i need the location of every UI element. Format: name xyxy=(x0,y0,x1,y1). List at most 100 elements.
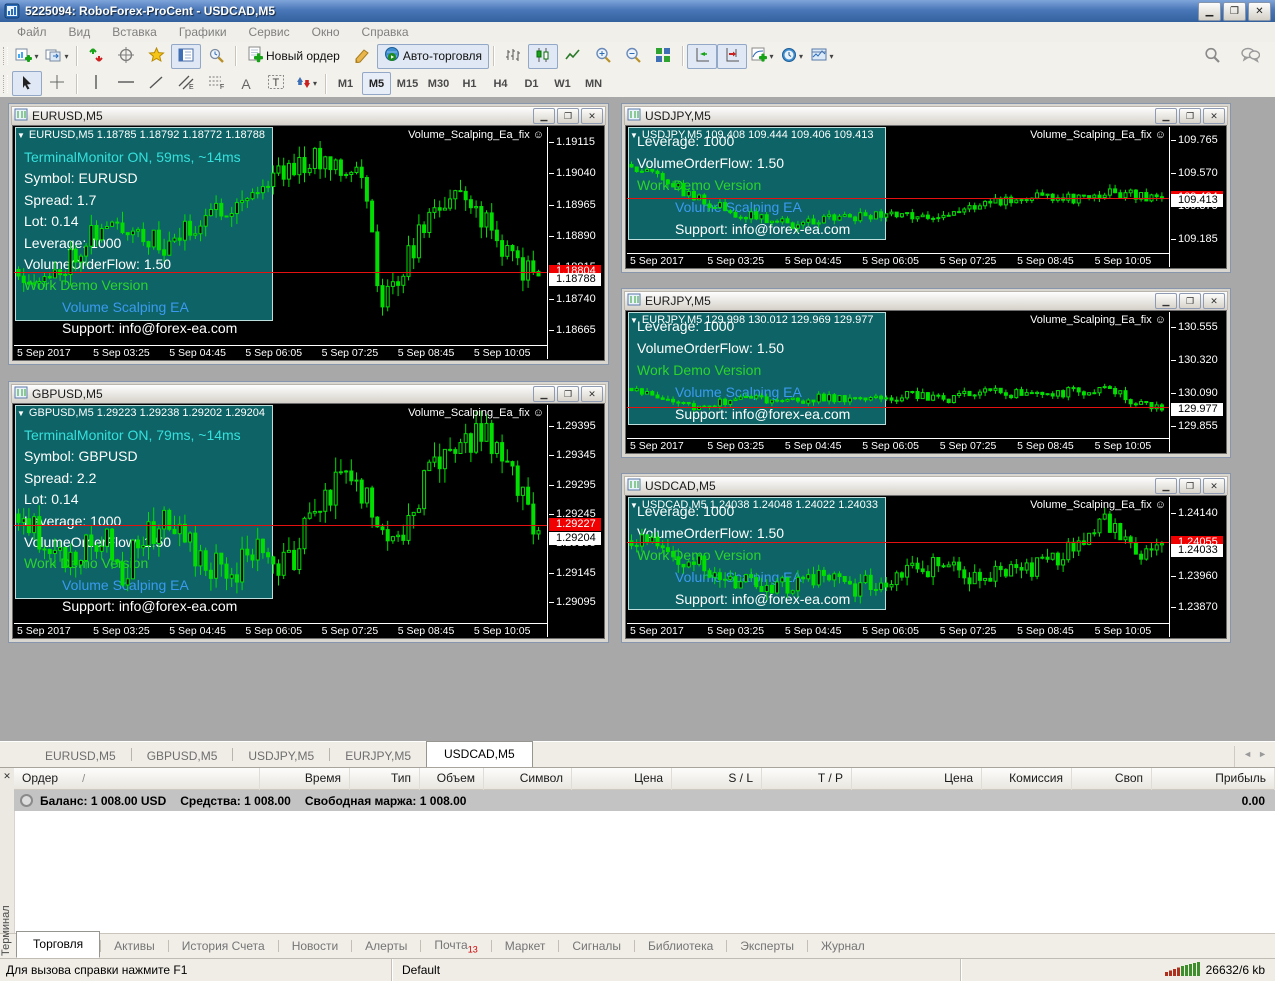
ea-smiley-icon[interactable]: ☺ xyxy=(1155,499,1166,511)
new-chart-button[interactable]: ▾ xyxy=(12,44,42,69)
autotrading-button[interactable]: Авто-торговля xyxy=(376,43,490,69)
templates-button[interactable]: ▾ xyxy=(807,44,837,69)
chart-close-button[interactable]: ✕ xyxy=(1203,478,1225,494)
ea-smiley-icon[interactable]: ☺ xyxy=(1155,129,1166,141)
terminal-tab-эксперты[interactable]: Эксперты xyxy=(727,935,807,957)
chart-window-titlebar[interactable]: GBPUSD,M5 ▁ ❐ ✕ xyxy=(11,384,606,403)
chart-window-gbpusd[interactable]: GBPUSD,M5 ▁ ❐ ✕ TerminalMonitor ON, 79ms, … xyxy=(8,381,609,643)
cursor-button[interactable] xyxy=(12,71,42,96)
column-header-0[interactable]: Ордер / xyxy=(14,768,260,790)
menu-item-Файл[interactable]: Файл xyxy=(6,25,58,39)
terminal-tab-история-счета[interactable]: История Счета xyxy=(169,935,278,957)
channel-button[interactable]: E xyxy=(171,71,201,96)
chart-window-eurjpy[interactable]: EURJPY,M5 ▁ ❐ ✕ Leverage: 1000 VolumeOrderF… xyxy=(621,288,1231,458)
symbol-dropdown-icon[interactable]: ▼ xyxy=(17,131,25,140)
terminal-tab-маркет[interactable]: Маркет xyxy=(492,935,559,957)
terminal-tab-торговля[interactable]: Торговля xyxy=(16,931,101,958)
column-header-7[interactable]: T / P xyxy=(762,768,852,790)
chart-restore-button[interactable]: ❐ xyxy=(1179,293,1201,309)
chart-line-button[interactable] xyxy=(558,44,588,69)
terminal-tab-почта[interactable]: Почта13 xyxy=(421,934,490,958)
symbol-dropdown-icon[interactable]: ▼ xyxy=(630,501,638,510)
terminal-toggle-button[interactable] xyxy=(171,43,201,69)
chart-tab-usdjpy-m5[interactable]: USDJPY,M5 xyxy=(233,745,329,767)
chart-plot-area[interactable]: TerminalMonitor ON, 59ms, ~14ms Symbol: E… xyxy=(14,127,547,345)
chart-window-titlebar[interactable]: USDCAD,M5 ▁ ❐ ✕ xyxy=(624,476,1228,495)
chart-plot-area[interactable]: Leverage: 1000 VolumeOrderFlow: 1.50 Work … xyxy=(627,127,1169,253)
zoom-out-button[interactable] xyxy=(618,44,648,69)
metaeditor-button[interactable] xyxy=(347,44,377,69)
timeframe-button-H4[interactable]: H4 xyxy=(486,72,515,95)
column-header-3[interactable]: Объем xyxy=(420,768,484,790)
menu-item-Вид[interactable]: Вид xyxy=(58,25,102,39)
chart-restore-button[interactable]: ❐ xyxy=(1179,108,1201,124)
symbol-dropdown-icon[interactable]: ▼ xyxy=(630,131,638,140)
chart-restore-button[interactable]: ❐ xyxy=(557,386,579,402)
new-order-button[interactable]: Новый ордер xyxy=(240,44,347,69)
column-header-10[interactable]: Своп xyxy=(1072,768,1152,790)
indicators-button[interactable]: ▾ xyxy=(747,44,777,69)
zoom-in-button[interactable] xyxy=(588,44,618,69)
chart-plot-area[interactable]: TerminalMonitor ON, 79ms, ~14ms Symbol: G… xyxy=(14,405,547,623)
scroll-right-icon[interactable]: ► xyxy=(1258,749,1267,759)
label-button[interactable]: T xyxy=(261,71,291,96)
timeframe-button-MN[interactable]: MN xyxy=(579,72,608,95)
chart-restore-button[interactable]: ❐ xyxy=(1179,478,1201,494)
close-button[interactable]: ✕ xyxy=(1248,1,1271,21)
timeframe-button-H1[interactable]: H1 xyxy=(455,72,484,95)
vertical-line-button[interactable] xyxy=(81,71,111,96)
terminal-close-icon[interactable]: ✕ xyxy=(1,770,13,782)
profiles-button[interactable]: ▾ xyxy=(42,44,72,69)
chart-plot-area[interactable]: Leverage: 1000 VolumeOrderFlow: 1.50 Work … xyxy=(627,497,1169,623)
chart-window-usdjpy[interactable]: USDJPY,M5 ▁ ❐ ✕ Leverage: 1000 VolumeOrderF… xyxy=(621,103,1231,273)
chart-plot-area[interactable]: Leverage: 1000 VolumeOrderFlow: 1.50 Work … xyxy=(627,312,1169,438)
menu-item-Сервис[interactable]: Сервис xyxy=(238,25,301,39)
chart-minimize-button[interactable]: ▁ xyxy=(533,386,555,402)
chart-close-button[interactable]: ✕ xyxy=(581,108,603,124)
timeframe-button-W1[interactable]: W1 xyxy=(548,72,577,95)
fibonacci-button[interactable]: F xyxy=(201,71,231,96)
column-header-8[interactable]: Цена xyxy=(852,768,982,790)
chart-close-button[interactable]: ✕ xyxy=(1203,108,1225,124)
toolbar-grip[interactable] xyxy=(3,74,8,93)
chart-window-eurusd[interactable]: EURUSD,M5 ▁ ❐ ✕ TerminalMonitor ON, 59ms, … xyxy=(8,103,609,365)
menu-item-Окно[interactable]: Окно xyxy=(301,25,351,39)
status-profile[interactable]: Default xyxy=(392,963,960,977)
ea-smiley-icon[interactable]: ☺ xyxy=(533,407,544,419)
column-header-11[interactable]: Прибыль xyxy=(1152,768,1275,790)
toolbar-grip[interactable] xyxy=(3,47,8,65)
ea-smiley-icon[interactable]: ☺ xyxy=(1155,314,1166,326)
chart-window-titlebar[interactable]: EURUSD,M5 ▁ ❐ ✕ xyxy=(11,106,606,125)
periods-button[interactable]: ▾ xyxy=(777,44,807,69)
trendline-button[interactable] xyxy=(141,71,171,96)
maximize-button[interactable]: ❐ xyxy=(1223,1,1246,21)
search-button[interactable] xyxy=(1197,44,1227,69)
column-header-6[interactable]: S / L xyxy=(672,768,762,790)
navigator-button[interactable] xyxy=(141,44,171,69)
column-header-2[interactable]: Тип xyxy=(350,768,420,790)
chart-close-button[interactable]: ✕ xyxy=(1203,293,1225,309)
terminal-tab-алерты[interactable]: Алерты xyxy=(352,935,420,957)
terminal-tab-новости[interactable]: Новости xyxy=(279,935,351,957)
chart-shift-button[interactable] xyxy=(717,43,748,69)
ea-smiley-icon[interactable]: ☺ xyxy=(533,129,544,141)
chart-minimize-button[interactable]: ▁ xyxy=(1155,478,1177,494)
menu-item-Справка[interactable]: Справка xyxy=(351,25,420,39)
chart-window-titlebar[interactable]: EURJPY,M5 ▁ ❐ ✕ xyxy=(624,291,1228,310)
timeframe-button-M1[interactable]: M1 xyxy=(331,72,360,95)
community-chat-button[interactable] xyxy=(1235,44,1265,69)
horizontal-line-button[interactable] xyxy=(111,71,141,96)
chart-restore-button[interactable]: ❐ xyxy=(557,108,579,124)
column-header-1[interactable]: Время xyxy=(260,768,350,790)
terminal-tab-активы[interactable]: Активы xyxy=(101,935,168,957)
chart-minimize-button[interactable]: ▁ xyxy=(1155,293,1177,309)
minimize-button[interactable]: ▁ xyxy=(1198,1,1221,21)
arrows-button[interactable]: ▾ xyxy=(291,71,321,96)
terminal-tab-журнал[interactable]: Журнал xyxy=(808,935,878,957)
chart-candles-button[interactable] xyxy=(528,43,559,69)
market-watch-button[interactable] xyxy=(81,44,111,69)
chart-window-usdcad[interactable]: USDCAD,M5 ▁ ❐ ✕ Leverage: 1000 VolumeOrderF… xyxy=(621,473,1231,643)
menu-item-Вставка[interactable]: Вставка xyxy=(101,25,168,39)
timeframe-button-M30[interactable]: M30 xyxy=(424,72,453,95)
timeframe-button-M5[interactable]: M5 xyxy=(362,72,391,95)
